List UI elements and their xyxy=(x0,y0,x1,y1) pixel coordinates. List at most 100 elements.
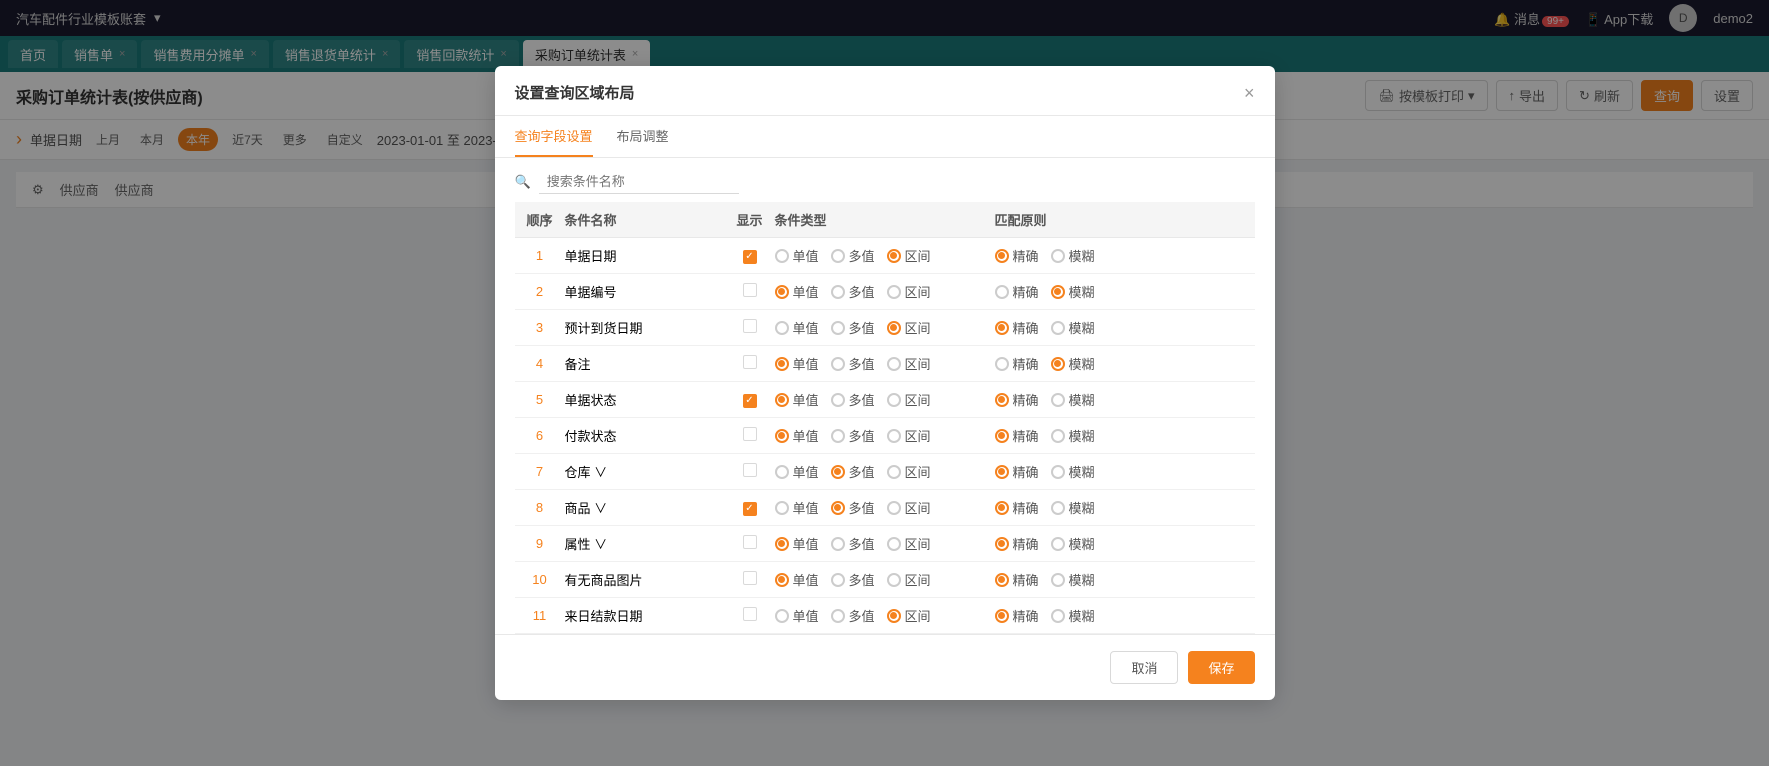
radio-type-multi[interactable]: 多值 xyxy=(831,282,875,301)
radio-type-multi[interactable]: 多值 xyxy=(831,426,875,445)
radio-rule-fuzzy[interactable]: 模糊 xyxy=(1051,462,1095,481)
radio-rule-exact[interactable]: 精确 xyxy=(995,426,1039,445)
table-row: 1单据日期 单值多值区间 精确模糊 xyxy=(515,238,1255,274)
radio-rule-fuzzy[interactable]: 模糊 xyxy=(1051,318,1095,337)
table-row: 2单据编号单值多值区间精确模糊 xyxy=(515,274,1255,310)
table-row: 6付款状态单值多值区间精确模糊 xyxy=(515,418,1255,454)
row-order: 5 xyxy=(515,392,565,407)
radio-type-range[interactable]: 区间 xyxy=(887,606,931,625)
radio-type-range[interactable]: 区间 xyxy=(887,282,931,301)
row-display-checkbox[interactable] xyxy=(725,355,775,372)
search-input[interactable] xyxy=(539,170,739,194)
radio-type-range[interactable]: 区间 xyxy=(887,534,931,553)
radio-rule-fuzzy[interactable]: 模糊 xyxy=(1051,498,1095,517)
radio-rule-exact[interactable]: 精确 xyxy=(995,570,1039,589)
radio-type-single[interactable]: 单值 xyxy=(775,354,819,373)
row-condition-type: 单值多值区间 xyxy=(775,534,995,553)
row-order: 1 xyxy=(515,248,565,263)
radio-type-multi[interactable]: 多值 xyxy=(831,390,875,409)
radio-rule-fuzzy[interactable]: 模糊 xyxy=(1051,354,1095,373)
cancel-button[interactable]: 取消 xyxy=(1110,651,1178,684)
radio-rule-fuzzy[interactable]: 模糊 xyxy=(1051,246,1095,265)
row-match-rule: 精确模糊 xyxy=(995,462,1195,481)
radio-type-range[interactable]: 区间 xyxy=(887,498,931,517)
radio-type-single[interactable]: 单值 xyxy=(775,570,819,589)
radio-rule-fuzzy[interactable]: 模糊 xyxy=(1051,426,1095,445)
radio-type-range[interactable]: 区间 xyxy=(887,426,931,445)
radio-rule-fuzzy[interactable]: 模糊 xyxy=(1051,390,1095,409)
row-condition-type: 单值多值区间 xyxy=(775,318,995,337)
row-condition-type: 单值多值区间 xyxy=(775,498,995,517)
row-order: 6 xyxy=(515,428,565,443)
radio-type-multi[interactable]: 多值 xyxy=(831,246,875,265)
row-order: 9 xyxy=(515,536,565,551)
radio-rule-exact[interactable]: 精确 xyxy=(995,534,1039,553)
col-header-type: 条件类型 xyxy=(775,210,995,229)
tab-query-fields[interactable]: 查询字段设置 xyxy=(515,116,593,157)
dialog-header: 设置查询区域布局 × xyxy=(495,66,1275,116)
radio-rule-fuzzy[interactable]: 模糊 xyxy=(1051,282,1095,301)
radio-type-single[interactable]: 单值 xyxy=(775,390,819,409)
row-order: 8 xyxy=(515,500,565,515)
radio-rule-fuzzy[interactable]: 模糊 xyxy=(1051,534,1095,553)
row-name: 单据状态 xyxy=(565,390,725,409)
radio-type-single[interactable]: 单值 xyxy=(775,426,819,445)
radio-rule-exact[interactable]: 精确 xyxy=(995,354,1039,373)
row-display-checkbox[interactable] xyxy=(725,607,775,624)
radio-type-range[interactable]: 区间 xyxy=(887,354,931,373)
row-condition-type: 单值多值区间 xyxy=(775,606,995,625)
radio-rule-fuzzy[interactable]: 模糊 xyxy=(1051,570,1095,589)
radio-type-multi[interactable]: 多值 xyxy=(831,354,875,373)
dialog-close-button[interactable]: × xyxy=(1244,84,1255,102)
radio-type-multi[interactable]: 多值 xyxy=(831,534,875,553)
row-display-checkbox[interactable] xyxy=(725,283,775,300)
table-row: 7仓库 ∨单值多值区间精确模糊 xyxy=(515,454,1255,490)
row-display-checkbox[interactable] xyxy=(725,319,775,336)
radio-rule-exact[interactable]: 精确 xyxy=(995,462,1039,481)
row-order: 3 xyxy=(515,320,565,335)
row-display-checkbox[interactable] xyxy=(725,499,775,516)
radio-rule-exact[interactable]: 精确 xyxy=(995,282,1039,301)
radio-type-multi[interactable]: 多值 xyxy=(831,570,875,589)
row-display-checkbox[interactable] xyxy=(725,247,775,264)
row-condition-type: 单值多值区间 xyxy=(775,426,995,445)
radio-type-range[interactable]: 区间 xyxy=(887,318,931,337)
radio-type-range[interactable]: 区间 xyxy=(887,246,931,265)
save-button[interactable]: 保存 xyxy=(1188,651,1254,684)
radio-rule-exact[interactable]: 精确 xyxy=(995,498,1039,517)
tab-layout-adjust[interactable]: 布局调整 xyxy=(617,116,669,157)
radio-type-range[interactable]: 区间 xyxy=(887,570,931,589)
radio-type-single[interactable]: 单值 xyxy=(775,498,819,517)
radio-type-range[interactable]: 区间 xyxy=(887,462,931,481)
radio-type-single[interactable]: 单值 xyxy=(775,246,819,265)
radio-type-single[interactable]: 单值 xyxy=(775,534,819,553)
col-header-order: 顺序 xyxy=(515,210,565,229)
radio-rule-exact[interactable]: 精确 xyxy=(995,318,1039,337)
radio-type-single[interactable]: 单值 xyxy=(775,282,819,301)
row-display-checkbox[interactable] xyxy=(725,427,775,444)
radio-type-range[interactable]: 区间 xyxy=(887,390,931,409)
row-display-checkbox[interactable] xyxy=(725,391,775,408)
row-condition-type: 单值多值区间 xyxy=(775,282,995,301)
col-header-display: 显示 xyxy=(725,210,775,229)
radio-rule-exact[interactable]: 精确 xyxy=(995,246,1039,265)
row-name: 商品 ∨ xyxy=(565,498,725,517)
radio-rule-exact[interactable]: 精确 xyxy=(995,606,1039,625)
radio-type-multi[interactable]: 多值 xyxy=(831,318,875,337)
radio-type-multi[interactable]: 多值 xyxy=(831,498,875,517)
radio-type-multi[interactable]: 多值 xyxy=(831,606,875,625)
row-order: 2 xyxy=(515,284,565,299)
radio-rule-fuzzy[interactable]: 模糊 xyxy=(1051,606,1095,625)
row-display-checkbox[interactable] xyxy=(725,571,775,588)
row-display-checkbox[interactable] xyxy=(725,535,775,552)
radio-type-single[interactable]: 单值 xyxy=(775,606,819,625)
radio-type-multi[interactable]: 多值 xyxy=(831,462,875,481)
table-row: 4备注单值多值区间精确模糊 xyxy=(515,346,1255,382)
radio-rule-exact[interactable]: 精确 xyxy=(995,390,1039,409)
row-name: 单据日期 xyxy=(565,246,725,265)
dialog-title: 设置查询区域布局 xyxy=(515,82,635,103)
radio-type-single[interactable]: 单值 xyxy=(775,462,819,481)
row-display-checkbox[interactable] xyxy=(725,463,775,480)
modal-overlay: 设置查询区域布局 × 查询字段设置 布局调整 🔍 顺序 条件名称 显示 条件类型 xyxy=(0,0,1769,766)
radio-type-single[interactable]: 单值 xyxy=(775,318,819,337)
